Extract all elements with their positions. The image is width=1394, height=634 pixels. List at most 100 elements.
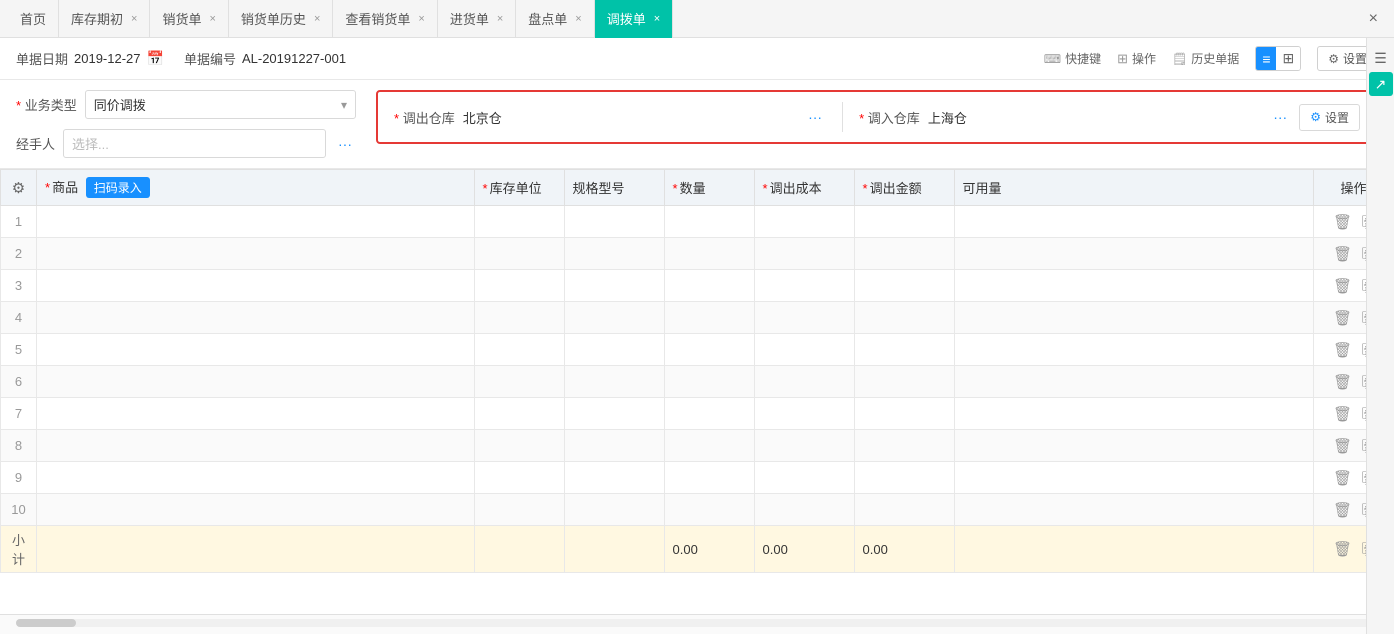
handler-select[interactable]: 选择...	[63, 129, 326, 158]
cell-cost[interactable]	[754, 462, 854, 494]
close-inventory-init[interactable]: ×	[131, 13, 137, 25]
delete-row-btn[interactable]: 🗑	[1330, 309, 1355, 327]
close-all-tabs[interactable]: ×	[1361, 6, 1386, 32]
transfer-out-more-btn[interactable]: ···	[804, 109, 826, 125]
cell-amount[interactable]	[854, 462, 954, 494]
cell-amount[interactable]	[854, 334, 954, 366]
layout-grid-btn[interactable]: ⊞	[1276, 47, 1300, 70]
close-transfer-order[interactable]: ×	[654, 13, 660, 25]
cell-spec[interactable]	[564, 366, 664, 398]
cell-amount[interactable]	[854, 206, 954, 238]
cell-cost[interactable]	[754, 238, 854, 270]
cell-unit[interactable]	[474, 206, 564, 238]
bottom-scrollbar[interactable]	[0, 614, 1394, 634]
cell-goods[interactable]	[37, 494, 475, 526]
cell-spec[interactable]	[564, 430, 664, 462]
cell-amount[interactable]	[854, 270, 954, 302]
close-view-sales[interactable]: ×	[418, 13, 424, 25]
cell-cost[interactable]	[754, 206, 854, 238]
cell-spec[interactable]	[564, 494, 664, 526]
cell-qty[interactable]	[664, 398, 754, 430]
close-sales-order[interactable]: ×	[209, 13, 215, 25]
cell-unit[interactable]	[474, 494, 564, 526]
business-type-select[interactable]: 同价调拨 ▾	[85, 90, 356, 119]
cell-qty[interactable]	[664, 430, 754, 462]
cell-unit[interactable]	[474, 398, 564, 430]
shortcuts-btn[interactable]: ⌨ 快捷键	[1044, 50, 1101, 67]
transfer-in-more-btn[interactable]: ···	[1269, 109, 1291, 125]
delete-row-btn[interactable]: 🗑	[1330, 341, 1355, 359]
cell-amount[interactable]	[854, 430, 954, 462]
cell-cost[interactable]	[754, 366, 854, 398]
tab-transfer-order[interactable]: 调拨单 ×	[595, 0, 673, 38]
close-sales-history[interactable]: ×	[314, 13, 320, 25]
cell-amount[interactable]	[854, 494, 954, 526]
delete-row-btn[interactable]: 🗑	[1330, 501, 1355, 519]
tab-purchase-order[interactable]: 进货单 ×	[438, 0, 516, 38]
warehouse-settings-btn[interactable]: ⚙ 设置	[1299, 104, 1360, 131]
cell-goods[interactable]	[37, 238, 475, 270]
tab-inventory-init[interactable]: 库存期初 ×	[59, 0, 150, 38]
scan-input-btn[interactable]: 扫码录入	[86, 177, 150, 198]
delete-row-btn[interactable]: 🗑	[1330, 437, 1355, 455]
sidebar-list-btn[interactable]: ☰	[1369, 46, 1393, 70]
column-settings-btn[interactable]: ⚙	[12, 179, 25, 197]
layout-list-btn[interactable]: ≡	[1256, 47, 1276, 70]
cell-goods[interactable]	[37, 366, 475, 398]
cell-qty[interactable]	[664, 462, 754, 494]
cell-spec[interactable]	[564, 462, 664, 494]
cell-cost[interactable]	[754, 270, 854, 302]
cell-cost[interactable]	[754, 430, 854, 462]
delete-row-btn[interactable]: 🗑	[1330, 245, 1355, 263]
cell-goods[interactable]	[37, 430, 475, 462]
tab-sales-history[interactable]: 销货单历史 ×	[229, 0, 333, 38]
cell-cost[interactable]	[754, 334, 854, 366]
cell-goods[interactable]	[37, 462, 475, 494]
delete-row-btn[interactable]: 🗑	[1330, 469, 1355, 487]
cell-amount[interactable]	[854, 238, 954, 270]
sidebar-export-btn[interactable]: ↗	[1369, 72, 1393, 96]
cell-amount[interactable]	[854, 398, 954, 430]
delete-row-btn[interactable]: 🗑	[1330, 405, 1355, 423]
delete-row-btn[interactable]: 🗑	[1330, 277, 1355, 295]
tab-view-sales[interactable]: 查看销货单 ×	[333, 0, 437, 38]
history-btn[interactable]: 🗒 历史单据	[1172, 50, 1239, 67]
cell-unit[interactable]	[474, 366, 564, 398]
operations-btn[interactable]: ⊞ 操作	[1117, 50, 1156, 67]
cell-qty[interactable]	[664, 238, 754, 270]
cell-unit[interactable]	[474, 302, 564, 334]
cell-qty[interactable]	[664, 366, 754, 398]
cell-qty[interactable]	[664, 302, 754, 334]
cell-goods[interactable]	[37, 334, 475, 366]
cell-goods[interactable]	[37, 302, 475, 334]
delete-row-btn[interactable]: 🗑	[1330, 213, 1355, 231]
cell-qty[interactable]	[664, 334, 754, 366]
cell-cost[interactable]	[754, 302, 854, 334]
cell-qty[interactable]	[664, 494, 754, 526]
cell-unit[interactable]	[474, 270, 564, 302]
cell-unit[interactable]	[474, 238, 564, 270]
cell-amount[interactable]	[854, 302, 954, 334]
cell-spec[interactable]	[564, 270, 664, 302]
close-purchase-order[interactable]: ×	[497, 13, 503, 25]
cell-spec[interactable]	[564, 302, 664, 334]
cell-qty[interactable]	[664, 206, 754, 238]
cell-goods[interactable]	[37, 206, 475, 238]
tab-sales-order[interactable]: 销货单 ×	[150, 0, 228, 38]
cell-goods[interactable]	[37, 398, 475, 430]
cell-unit[interactable]	[474, 334, 564, 366]
tab-home[interactable]: 首页	[8, 0, 59, 38]
cell-spec[interactable]	[564, 206, 664, 238]
cell-cost[interactable]	[754, 494, 854, 526]
cell-spec[interactable]	[564, 398, 664, 430]
cell-goods[interactable]	[37, 270, 475, 302]
cell-spec[interactable]	[564, 334, 664, 366]
cell-amount[interactable]	[854, 366, 954, 398]
delete-row-btn[interactable]: 🗑	[1330, 373, 1355, 391]
calendar-icon[interactable]: 📅	[147, 50, 164, 67]
cell-unit[interactable]	[474, 462, 564, 494]
close-inventory-check[interactable]: ×	[575, 13, 581, 25]
delete-row-btn[interactable]: 🗑	[1330, 540, 1355, 558]
cell-cost[interactable]	[754, 398, 854, 430]
cell-unit[interactable]	[474, 430, 564, 462]
